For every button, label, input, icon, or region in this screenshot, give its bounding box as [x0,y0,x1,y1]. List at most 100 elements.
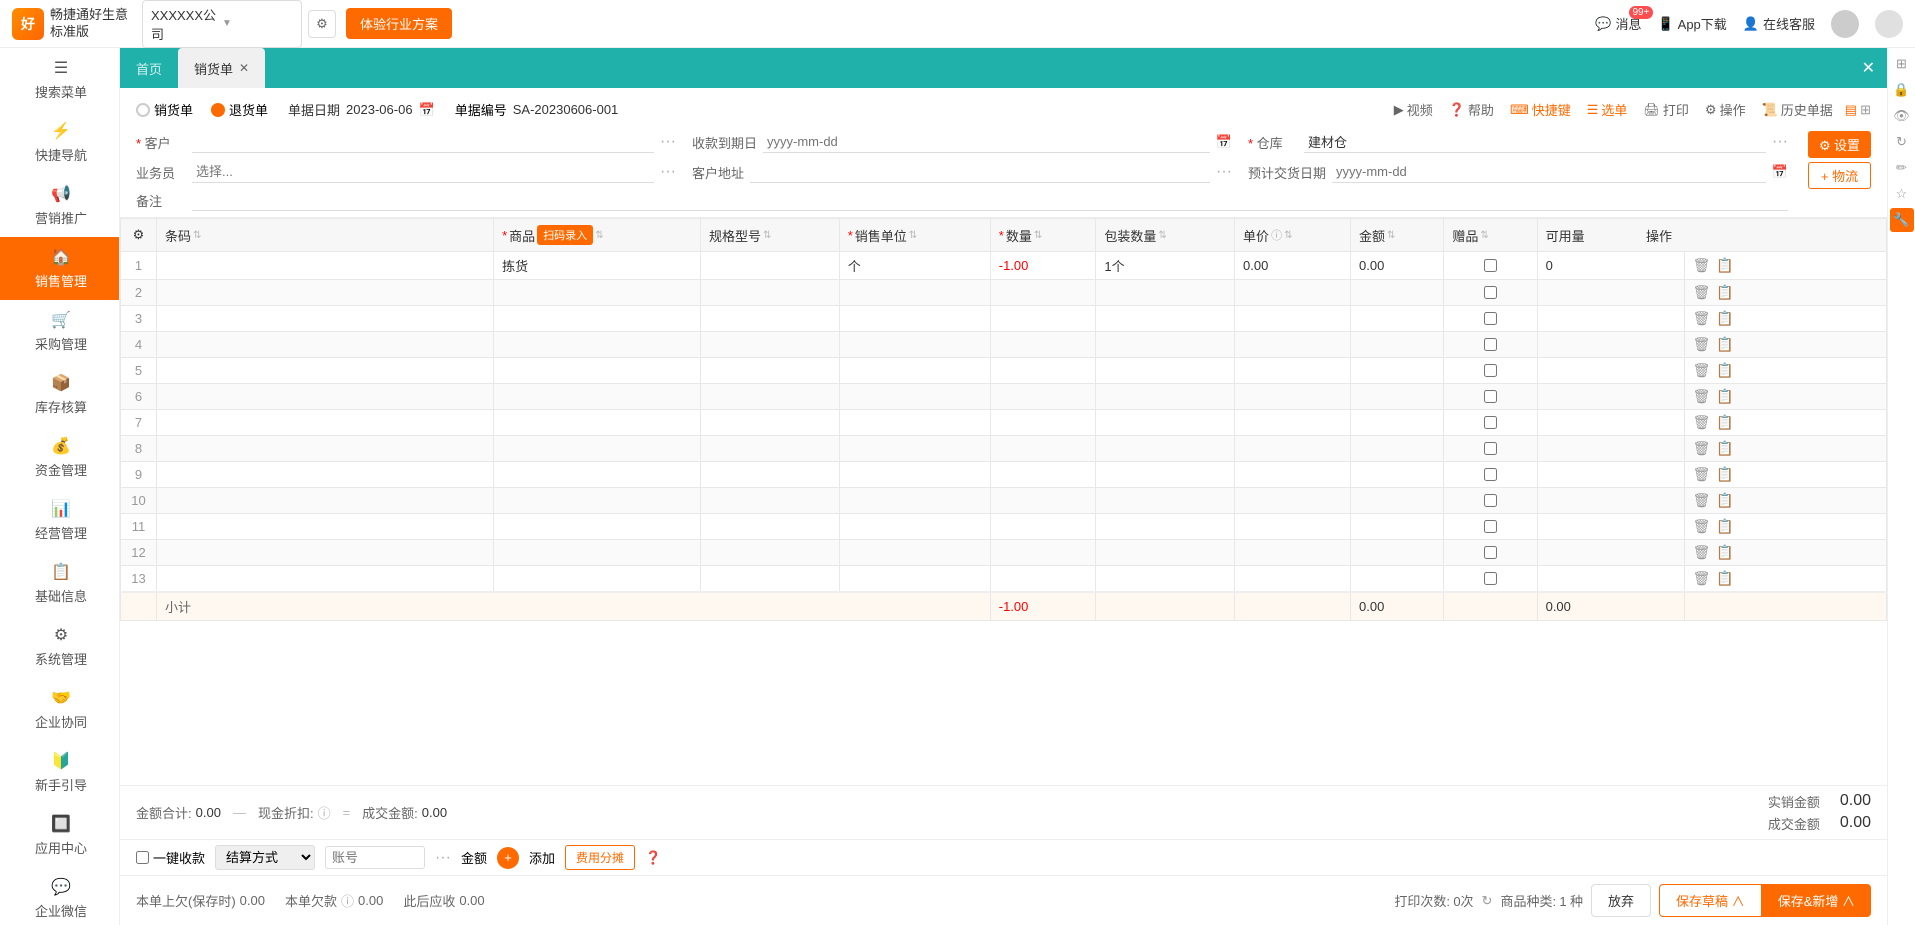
row-gift[interactable] [1444,306,1537,332]
row-amount[interactable] [1351,332,1444,358]
copy-icon[interactable]: 📋 [1716,518,1733,535]
row-product[interactable] [494,384,701,410]
row-unit[interactable] [839,462,990,488]
row-quantity[interactable] [990,462,1096,488]
right-tool-refresh[interactable]: ↻ [1890,130,1914,154]
row-product[interactable] [494,514,701,540]
copy-icon[interactable]: 📋 [1716,310,1733,327]
barcode-input[interactable] [165,337,485,352]
row-quantity[interactable] [990,566,1096,593]
row-gift[interactable] [1444,410,1537,436]
row-gift[interactable] [1444,488,1537,514]
row-spec[interactable] [701,410,840,436]
row-product[interactable]: 拣货 [494,252,701,280]
barcode-input[interactable] [165,311,485,326]
qty-sort-icon[interactable]: ⇅ [1034,230,1042,241]
sidebar-item-wechat[interactable]: 💬 企业微信 [0,867,119,925]
row-product[interactable] [494,436,701,462]
barcode-input[interactable] [165,493,485,508]
row-spec[interactable] [701,566,840,593]
barcode-input[interactable] [165,519,485,534]
barcode-input[interactable] [165,285,485,300]
sidebar-item-search[interactable]: ☰ 搜索菜单 [0,48,119,111]
row-amount[interactable] [1351,566,1444,593]
row-unit[interactable] [839,540,990,566]
row-spec[interactable] [701,358,840,384]
tab-home[interactable]: 首页 [120,48,178,88]
barcode-sort-icon[interactable]: ⇅ [193,230,201,241]
row-spec[interactable] [701,514,840,540]
row-unit[interactable] [839,384,990,410]
row-unit-price[interactable] [1235,332,1351,358]
abandon-button[interactable]: 放弃 [1591,884,1651,917]
settings-icon[interactable]: ⚙ [308,10,336,38]
row-quantity[interactable] [990,514,1096,540]
row-spec[interactable] [701,332,840,358]
delete-icon[interactable]: 🗑 [1693,336,1711,353]
row-amount[interactable] [1351,358,1444,384]
row-product[interactable] [494,332,701,358]
barcode-input[interactable] [165,415,485,430]
delete-icon[interactable]: 🗑 [1693,518,1711,535]
row-quantity[interactable] [990,332,1096,358]
spec-sort-icon[interactable]: ⇅ [763,230,771,241]
fee-help-icon[interactable]: ❓ [645,850,661,866]
copy-icon[interactable]: 📋 [1716,362,1733,379]
copy-icon[interactable]: 📋 [1716,466,1733,483]
gift-checkbox[interactable] [1484,546,1497,559]
delivery-calendar-icon[interactable]: 📅 [1772,164,1788,180]
salesperson-input[interactable] [192,161,654,183]
row-gift[interactable] [1444,332,1537,358]
row-pkg-qty[interactable] [1096,410,1235,436]
row-gift[interactable] [1444,384,1537,410]
row-pkg-qty[interactable] [1096,306,1235,332]
row-unit-price[interactable] [1235,436,1351,462]
row-product[interactable] [494,488,701,514]
row-unit[interactable] [839,306,990,332]
shortcut-btn[interactable]: ⌨ 快捷键 [1506,98,1575,121]
fee-split-button[interactable]: 费用分摊 [565,845,635,870]
row-gift[interactable] [1444,566,1537,593]
customer-address-input[interactable] [750,161,1210,183]
row-barcode[interactable] [157,410,494,436]
calendar-icon[interactable]: 📅 [419,102,435,118]
row-quantity[interactable] [990,410,1096,436]
table-settings-icon[interactable]: ⚙ [133,227,145,242]
row-unit[interactable]: 个 [839,252,990,280]
unit-price-info-icon[interactable]: ⓘ [1271,227,1282,243]
row-spec[interactable] [701,540,840,566]
row-barcode[interactable] [157,358,494,384]
delete-icon[interactable]: 🗑 [1693,440,1711,457]
gift-checkbox[interactable] [1484,416,1497,429]
delete-icon[interactable]: 🗑 [1693,362,1711,379]
gift-checkbox[interactable] [1484,494,1497,507]
row-unit[interactable] [839,280,990,306]
settlement-method-select[interactable]: 结算方式 [215,845,315,870]
right-tool-expand[interactable]: ⊞ [1890,52,1914,76]
row-barcode[interactable] [157,462,494,488]
row-pkg-qty[interactable] [1096,358,1235,384]
row-product[interactable] [494,566,701,593]
select-btn[interactable]: ☰ 选单 [1583,98,1632,121]
row-pkg-qty[interactable] [1096,384,1235,410]
sidebar-item-inventory[interactable]: 📦 库存核算 [0,363,119,426]
row-unit-price[interactable] [1235,306,1351,332]
copy-icon[interactable]: 📋 [1716,257,1733,274]
right-tool-wrench[interactable]: 🔧 [1890,208,1914,232]
right-tool-eye[interactable]: 👁 [1890,104,1914,128]
grid-view-btn[interactable]: ⊞ [1860,102,1871,118]
close-all-tabs-icon[interactable]: ✕ [1850,58,1887,78]
row-amount[interactable] [1351,384,1444,410]
row-unit-price[interactable] [1235,488,1351,514]
right-tool-lock[interactable]: 🔒 [1890,78,1914,102]
row-unit-price[interactable] [1235,410,1351,436]
gift-checkbox[interactable] [1484,572,1497,585]
barcode-input[interactable] [165,571,485,586]
copy-icon[interactable]: 📋 [1716,492,1733,509]
row-amount[interactable] [1351,514,1444,540]
company-selector[interactable]: XXXXXX公司 ▼ [142,0,302,48]
row-unit-price[interactable] [1235,462,1351,488]
th-settings[interactable]: ⚙ [121,219,157,252]
row-barcode[interactable] [157,306,494,332]
row-product[interactable] [494,462,701,488]
